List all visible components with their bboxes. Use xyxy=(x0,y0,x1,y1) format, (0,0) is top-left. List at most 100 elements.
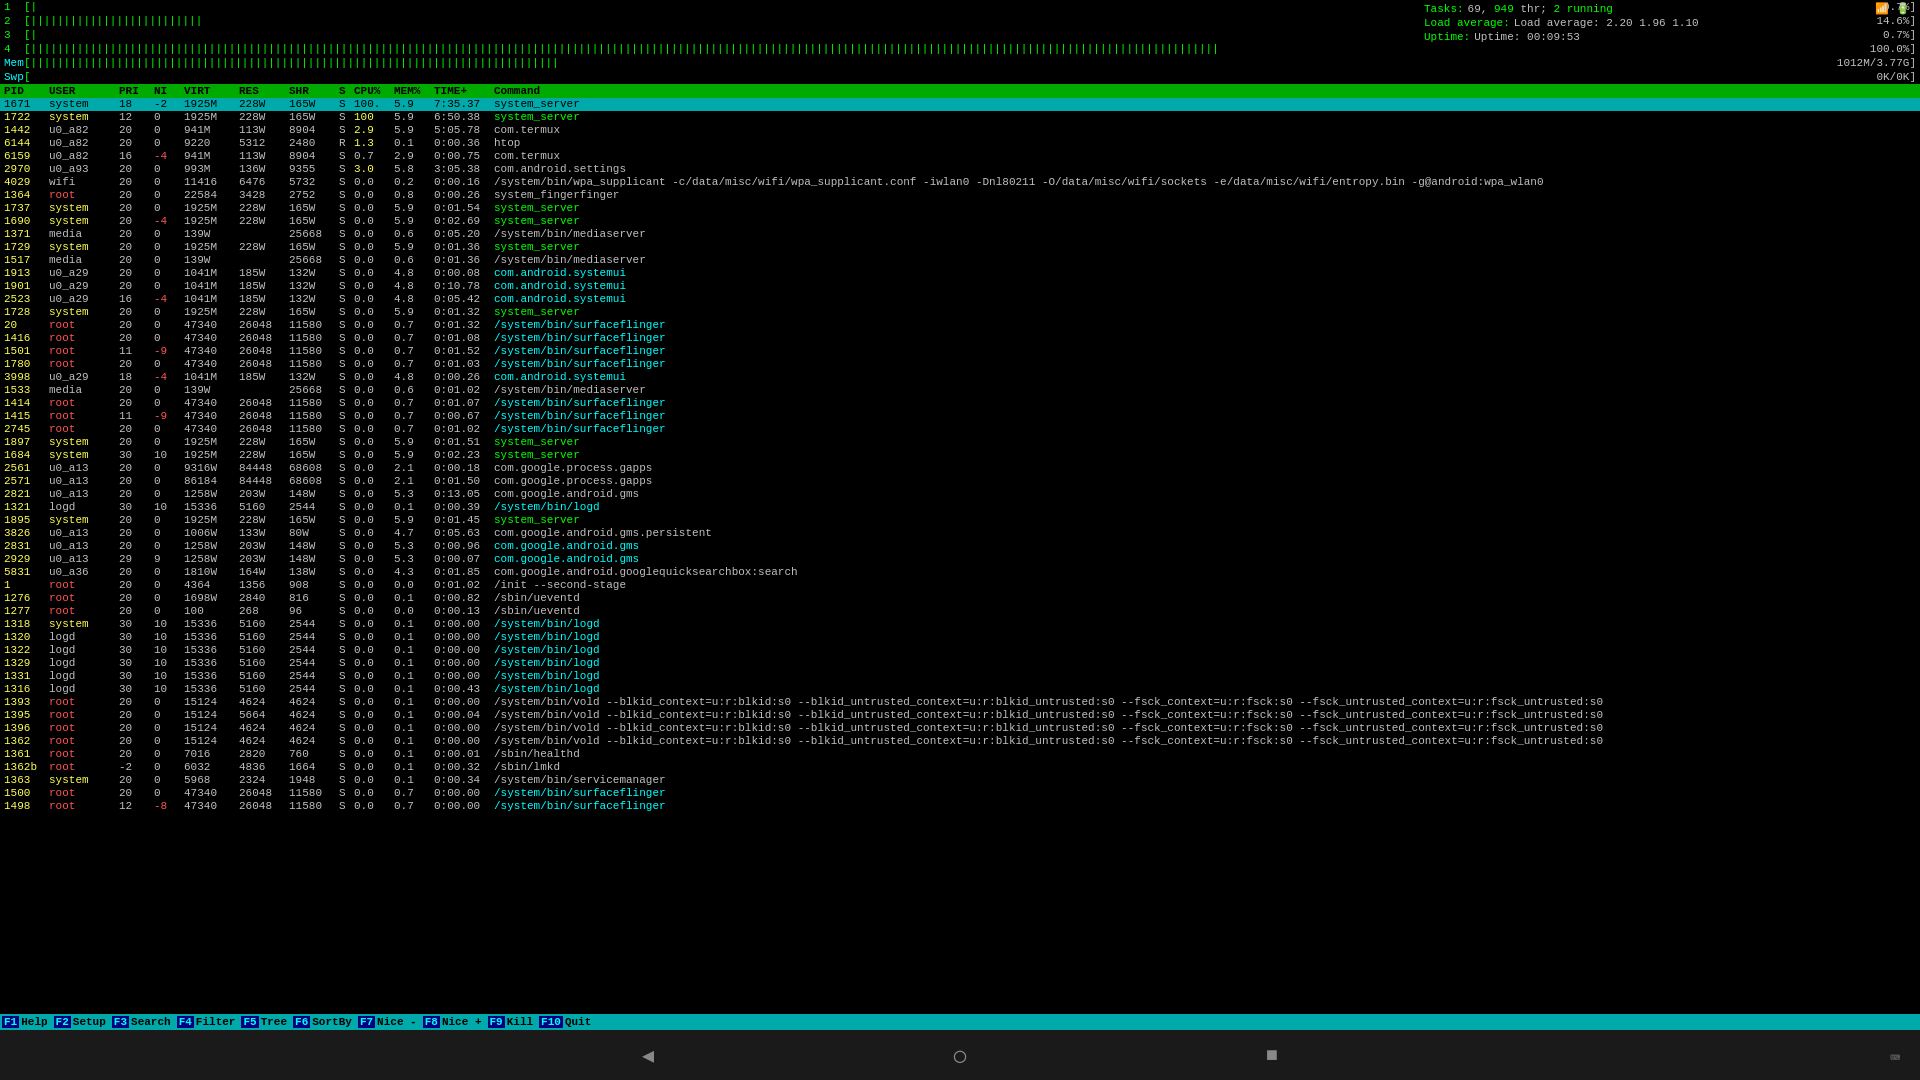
table-row[interactable]: 4029wifi2001141664765732S0.00.20:00.16/s… xyxy=(0,176,1920,189)
col-res-header[interactable]: RES xyxy=(239,85,289,97)
bottom-item-nice -[interactable]: F7Nice - xyxy=(358,1016,419,1028)
col-ni-header[interactable]: NI xyxy=(154,85,184,97)
col-mem-cell: 5.9 xyxy=(394,514,434,527)
col-shr-cell: 138W xyxy=(289,566,339,579)
bottom-item-nice +[interactable]: F8Nice + xyxy=(423,1016,484,1028)
table-row[interactable]: 5831u0_a362001810W164W138WS0.04.30:01.85… xyxy=(0,566,1920,579)
col-s-header[interactable]: S xyxy=(339,85,354,97)
col-cmd-header[interactable]: Command xyxy=(494,85,1916,97)
table-row[interactable]: 1root20043641356908S0.00.00:01.02/init -… xyxy=(0,579,1920,592)
back-button[interactable]: ◀ xyxy=(642,1043,654,1068)
recents-button[interactable]: ■ xyxy=(1266,1044,1278,1067)
col-ni-cell: 10 xyxy=(154,670,184,683)
bottom-item-tree[interactable]: F5Tree xyxy=(241,1016,289,1028)
table-row[interactable]: 1913u0_a292001041M185W132WS0.04.80:00.08… xyxy=(0,267,1920,280)
table-row[interactable]: 2970u0_a93200993M136W9355S3.05.83:05.38c… xyxy=(0,163,1920,176)
table-row[interactable]: 1501root11-9473402604811580S0.00.70:01.5… xyxy=(0,345,1920,358)
bottom-item-filter[interactable]: F4Filter xyxy=(177,1016,238,1028)
table-row[interactable]: 6144u0_a82200922053122480R1.30.10:00.36h… xyxy=(0,137,1920,150)
col-virt-header[interactable]: VIRT xyxy=(184,85,239,97)
table-row[interactable]: 1276root2001698W2840816S0.00.10:00.82/sb… xyxy=(0,592,1920,605)
table-row[interactable]: 1897system2001925M228W165WS0.05.90:01.51… xyxy=(0,436,1920,449)
table-row[interactable]: 1498root12-8473402604811580S0.00.70:00.0… xyxy=(0,800,1920,813)
table-row[interactable]: 1277root20010026896S0.00.00:00.13/sbin/u… xyxy=(0,605,1920,618)
col-user-header[interactable]: USER xyxy=(49,85,119,97)
table-row[interactable]: 1416root200473402604811580S0.00.70:01.08… xyxy=(0,332,1920,345)
col-virt-cell: 15336 xyxy=(184,631,239,644)
col-user-cell: u0_a13 xyxy=(49,540,119,553)
col-time-header[interactable]: TIME+ xyxy=(434,85,494,97)
col-pri-header[interactable]: PRI xyxy=(119,85,154,97)
col-res-cell: 2840 xyxy=(239,592,289,605)
col-mem-header[interactable]: MEM% xyxy=(394,85,434,97)
table-row[interactable]: 1729system2001925M228W165WS0.05.90:01.36… xyxy=(0,241,1920,254)
col-pri-cell: 11 xyxy=(119,345,154,358)
bottom-item-help[interactable]: F1Help xyxy=(2,1016,50,1028)
bottom-item-kill[interactable]: F9Kill xyxy=(488,1016,536,1028)
col-cmd-cell: /system/bin/logd xyxy=(494,670,1916,683)
table-row[interactable]: 1331logd30101533651602544S0.00.10:00.00/… xyxy=(0,670,1920,683)
table-row[interactable]: 1362broot-20603248361664S0.00.10:00.32/s… xyxy=(0,761,1920,774)
col-pri-cell: 30 xyxy=(119,631,154,644)
col-cpu-cell: 0.0 xyxy=(354,462,394,475)
table-row[interactable]: 1329logd30101533651602544S0.00.10:00.00/… xyxy=(0,657,1920,670)
table-row[interactable]: 1363system200596823241948S0.00.10:00.34/… xyxy=(0,774,1920,787)
table-row[interactable]: 1722system1201925M228W165WS1005.96:50.38… xyxy=(0,111,1920,124)
table-row[interactable]: 2571u0_a13200861848444868608S0.02.10:01.… xyxy=(0,475,1920,488)
table-row[interactable]: 1415root11-9473402604811580S0.00.70:00.6… xyxy=(0,410,1920,423)
table-row[interactable]: 1320logd30101533651602544S0.00.10:00.00/… xyxy=(0,631,1920,644)
col-pid-cell: 1671 xyxy=(4,98,49,111)
table-row[interactable]: 1362root2001512446244624S0.00.10:00.00/s… xyxy=(0,735,1920,748)
table-row[interactable]: 1396root2001512446244624S0.00.10:00.00/s… xyxy=(0,722,1920,735)
table-row[interactable]: 2929u0_a132991258W203W148WS0.05.30:00.07… xyxy=(0,553,1920,566)
keyboard-icon[interactable]: ⌨ xyxy=(1890,1048,1900,1068)
table-row[interactable]: 1361root20070162820760S0.00.10:00.01/sbi… xyxy=(0,748,1920,761)
col-res-cell: 228W xyxy=(239,98,289,111)
table-row[interactable]: 1671system18-21925M228W165WS100.5.97:35.… xyxy=(0,98,1920,111)
table-row[interactable]: 1728system2001925M228W165WS0.05.90:01.32… xyxy=(0,306,1920,319)
home-button[interactable]: ◯ xyxy=(954,1043,966,1068)
bottom-item-setup[interactable]: F2Setup xyxy=(54,1016,108,1028)
col-cpu-cell: 0.0 xyxy=(354,228,394,241)
table-row[interactable]: 2523u0_a2916-41041M185W132WS0.04.80:05.4… xyxy=(0,293,1920,306)
table-row[interactable]: 1895system2001925M228W165WS0.05.90:01.45… xyxy=(0,514,1920,527)
table-row[interactable]: 1517media200139W25668S0.00.60:01.36/syst… xyxy=(0,254,1920,267)
col-cmd-cell: com.google.process.gapps xyxy=(494,475,1916,488)
table-row[interactable]: 1684system30101925M228W165WS0.05.90:02.2… xyxy=(0,449,1920,462)
col-cpu-cell: 0.0 xyxy=(354,293,394,306)
table-row[interactable]: 1364root2002258434282752S0.00.80:00.26sy… xyxy=(0,189,1920,202)
table-row[interactable]: 1901u0_a292001041M185W132WS0.04.80:10.78… xyxy=(0,280,1920,293)
table-row[interactable]: 1500root200473402604811580S0.00.70:00.00… xyxy=(0,787,1920,800)
col-time-cell: 0:01.36 xyxy=(434,254,494,267)
table-row[interactable]: 1442u0_a82200941M113W8904S2.95.95:05.78c… xyxy=(0,124,1920,137)
table-row[interactable]: 1318system30101533651602544S0.00.10:00.0… xyxy=(0,618,1920,631)
col-user-cell: wifi xyxy=(49,176,119,189)
table-row[interactable]: 1737system2001925M228W165WS0.05.90:01.54… xyxy=(0,202,1920,215)
table-row[interactable]: 20root200473402604811580S0.00.70:01.32/s… xyxy=(0,319,1920,332)
table-row[interactable]: 1316logd30101533651602544S0.00.10:00.43/… xyxy=(0,683,1920,696)
col-cpu-header[interactable]: CPU% xyxy=(354,85,394,97)
col-pri-cell: 20 xyxy=(119,397,154,410)
table-row[interactable]: 1780root200473402604811580S0.00.70:01.03… xyxy=(0,358,1920,371)
table-row[interactable]: 1395root2001512456644624S0.00.10:00.04/s… xyxy=(0,709,1920,722)
table-row[interactable]: 1393root2001512446244624S0.00.10:00.00/s… xyxy=(0,696,1920,709)
table-row[interactable]: 1690system20-41925M228W165WS0.05.90:02.6… xyxy=(0,215,1920,228)
col-shr-header[interactable]: SHR xyxy=(289,85,339,97)
table-row[interactable]: 2831u0_a132001258W203W148WS0.05.30:00.96… xyxy=(0,540,1920,553)
table-row[interactable]: 1321logd30101533651602544S0.00.10:00.39/… xyxy=(0,501,1920,514)
table-row[interactable]: 3826u0_a132001006W133W80WS0.04.70:05.63c… xyxy=(0,527,1920,540)
bottom-item-sortby[interactable]: F6SortBy xyxy=(293,1016,354,1028)
table-row[interactable]: 2745root200473402604811580S0.00.70:01.02… xyxy=(0,423,1920,436)
table-row[interactable]: 1414root200473402604811580S0.00.70:01.07… xyxy=(0,397,1920,410)
table-row[interactable]: 1533media200139W25668S0.00.60:01.02/syst… xyxy=(0,384,1920,397)
table-row[interactable]: 2561u0_a132009316W8444868608S0.02.10:00.… xyxy=(0,462,1920,475)
table-row[interactable]: 2821u0_a132001258W203W148WS0.05.30:13.05… xyxy=(0,488,1920,501)
bottom-item-quit[interactable]: F10Quit xyxy=(539,1016,593,1028)
table-row[interactable]: 3998u0_a2918-41041M185W132WS0.04.80:00.2… xyxy=(0,371,1920,384)
col-pid-cell: 1320 xyxy=(4,631,49,644)
table-row[interactable]: 1371media200139W25668S0.00.60:05.20/syst… xyxy=(0,228,1920,241)
table-row[interactable]: 1322logd30101533651602544S0.00.10:00.00/… xyxy=(0,644,1920,657)
bottom-item-search[interactable]: F3Search xyxy=(112,1016,173,1028)
col-pid-header[interactable]: PID xyxy=(4,85,49,97)
table-row[interactable]: 6159u0_a8216-4941M113W8904S0.72.90:00.75… xyxy=(0,150,1920,163)
